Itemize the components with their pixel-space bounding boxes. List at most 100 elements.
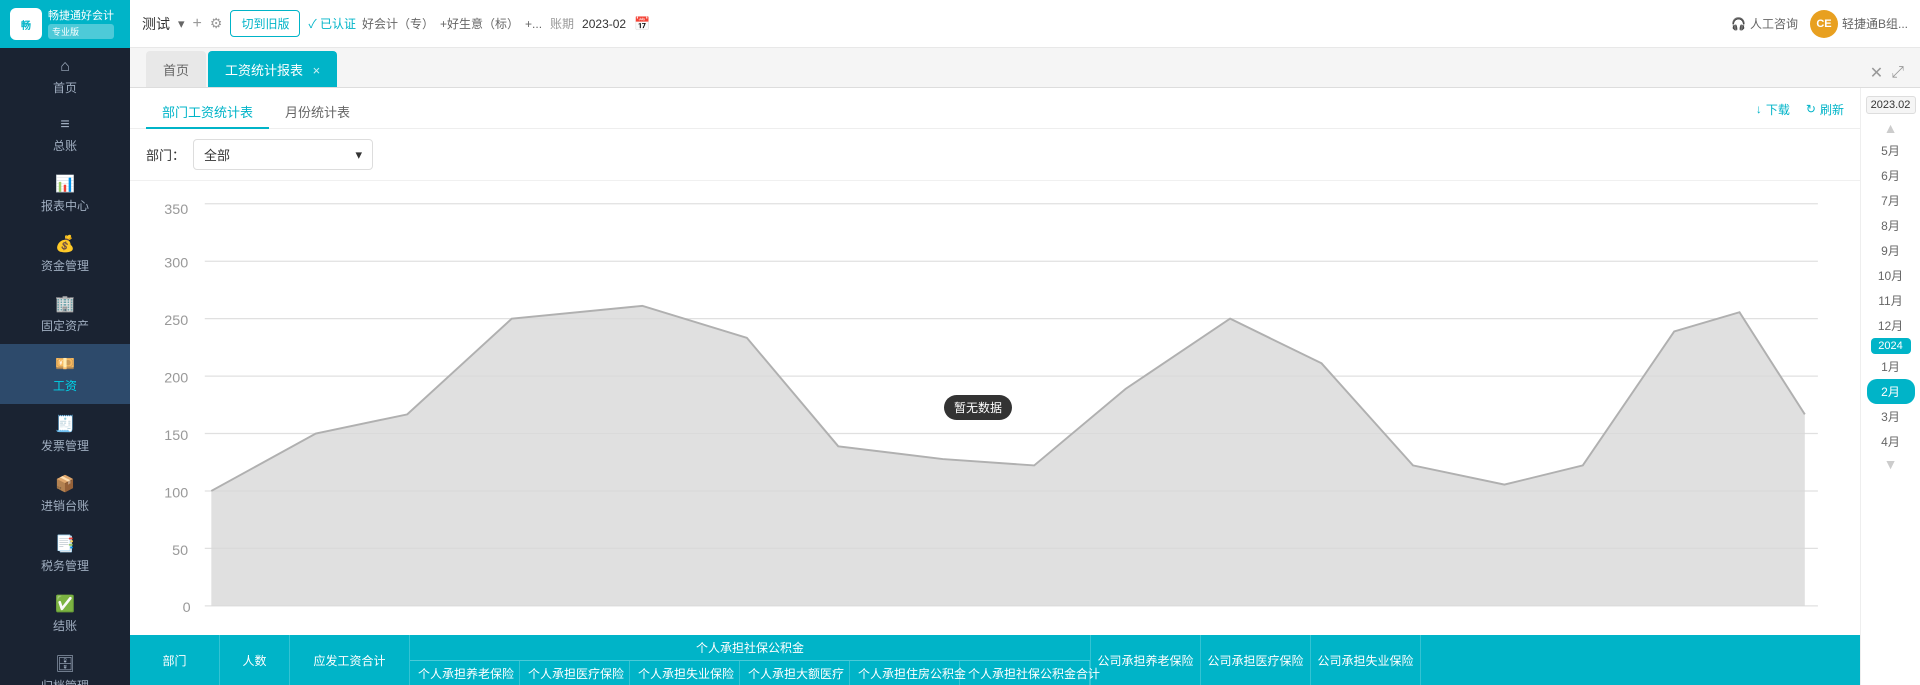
sales-icon: 📦 bbox=[55, 474, 75, 494]
sidebar-item-invoice[interactable]: 🧾 发票管理 bbox=[0, 404, 130, 464]
status-biz: +好生意（标） bbox=[440, 15, 519, 32]
logo-icon: 畅 bbox=[10, 8, 42, 40]
company-name: 测试 bbox=[142, 14, 170, 34]
panel-down-arrow[interactable]: ▼ bbox=[1882, 454, 1900, 474]
home-icon: ⌂ bbox=[60, 58, 70, 76]
year-tag-2024: 2024 bbox=[1871, 338, 1911, 354]
sidebar-label-archive: 归档管理 bbox=[41, 677, 89, 685]
sub-tab-monthly[interactable]: 月份统计表 bbox=[269, 96, 366, 129]
sidebar-item-sales[interactable]: 📦 进销台账 bbox=[0, 464, 130, 524]
th-group-label: 个人承担社保公积金 bbox=[410, 635, 1090, 661]
sidebar-label-salary: 工资 bbox=[53, 377, 77, 394]
tab-salary-report[interactable]: 工资统计报表 × bbox=[208, 51, 337, 87]
sidebar-item-tax[interactable]: 📑 税务管理 bbox=[0, 524, 130, 584]
company-dropdown-icon[interactable]: ▾ bbox=[178, 16, 185, 32]
sidebar-item-archive[interactable]: 🗄 归档管理 bbox=[0, 644, 130, 685]
headset-icon: 🎧 bbox=[1731, 17, 1746, 31]
sidebar-label-ledger: 总账 bbox=[53, 137, 77, 154]
funds-icon: 💰 bbox=[55, 234, 75, 254]
calendar-icon[interactable]: 📅 bbox=[634, 16, 650, 32]
logo-title: 畅捷通好会计 bbox=[48, 9, 114, 23]
panel-up-arrow[interactable]: ▲ bbox=[1882, 118, 1900, 138]
sidebar-label-funds: 资金管理 bbox=[41, 257, 89, 274]
table-header: 部门 人数 应发工资合计 个人承担社保公积金 个人承担养老保险 bbox=[130, 635, 1860, 685]
sidebar-item-reports[interactable]: 📊 报表中心 bbox=[0, 164, 130, 224]
svg-text:50: 50 bbox=[172, 543, 188, 559]
sidebar-label-settle: 结账 bbox=[53, 617, 77, 634]
chart-area: 0 50 100 150 200 250 300 350 bbox=[130, 181, 1860, 635]
user-avatar: CE bbox=[1810, 10, 1838, 38]
sidebar-item-home[interactable]: ⌂ 首页 bbox=[0, 48, 130, 106]
th-personal-medical: 个人承担医疗保险 bbox=[520, 661, 630, 685]
ai-consult-button[interactable]: 🎧 人工咨询 bbox=[1731, 15, 1798, 32]
right-panel: 2023.02 ▲ 5月 6月 7月 8月 9月 10月 11月 12月 202… bbox=[1860, 88, 1920, 685]
download-button[interactable]: ↓ 下载 bbox=[1756, 101, 1790, 118]
month-7[interactable]: 7月 bbox=[1867, 188, 1915, 213]
month-12[interactable]: 12月 bbox=[1867, 313, 1915, 338]
assets-icon: 🏢 bbox=[55, 294, 75, 314]
th-company-medical: 公司承担医疗保险 bbox=[1201, 635, 1311, 685]
sidebar-item-funds[interactable]: 💰 资金管理 bbox=[0, 224, 130, 284]
main-area: 测试 ▾ + ⚙ 切到旧版 ✓ 已认证 好会计（专） +好生意（标） +... … bbox=[130, 0, 1920, 685]
sidebar-item-ledger[interactable]: ≡ 总账 bbox=[0, 106, 130, 164]
user-menu[interactable]: CE 轻捷通B组... bbox=[1810, 10, 1908, 38]
panel-expand-icon[interactable]: ⤢ bbox=[1891, 64, 1904, 82]
month-11[interactable]: 11月 bbox=[1867, 288, 1915, 313]
sidebar-item-settle[interactable]: ✅ 结账 bbox=[0, 584, 130, 644]
sidebar-logo: 畅 畅捷通好会计 专业版 bbox=[0, 0, 130, 48]
svg-text:300: 300 bbox=[164, 256, 188, 272]
panel-close-icon[interactable]: ✕ bbox=[1870, 63, 1883, 83]
sidebar-label-home: 首页 bbox=[53, 79, 77, 96]
tabbar: 首页 工资统计报表 × ✕ ⤢ bbox=[130, 48, 1920, 88]
sidebar-item-salary[interactable]: 💴 工资 bbox=[0, 344, 130, 404]
reports-icon: 📊 bbox=[55, 174, 75, 194]
topbar-gear-icon[interactable]: ⚙ bbox=[210, 15, 223, 32]
refresh-button[interactable]: ↻ 刷新 bbox=[1806, 101, 1844, 118]
switch-old-version-button[interactable]: 切到旧版 bbox=[230, 10, 300, 37]
sub-tab-dept[interactable]: 部门工资统计表 bbox=[146, 96, 269, 129]
sidebar-label-tax: 税务管理 bbox=[41, 557, 89, 574]
chart-container: 0 50 100 150 200 250 300 350 bbox=[146, 191, 1844, 625]
topbar: 测试 ▾ + ⚙ 切到旧版 ✓ 已认证 好会计（专） +好生意（标） +... … bbox=[130, 0, 1920, 48]
month-4-2024[interactable]: 4月 bbox=[1867, 429, 1915, 454]
th-personal-large-medical: 个人承担大额医疗 bbox=[740, 661, 850, 685]
toolbar: 部门： 全部 ▾ bbox=[130, 129, 1860, 181]
sub-tabs: 部门工资统计表 月份统计表 ↓ 下载 ↻ 刷新 bbox=[130, 88, 1860, 129]
tax-icon: 📑 bbox=[55, 534, 75, 554]
topbar-add-icon[interactable]: + bbox=[193, 15, 202, 33]
svg-text:200: 200 bbox=[164, 371, 188, 387]
month-1-2024[interactable]: 1月 bbox=[1867, 354, 1915, 379]
chevron-down-icon: ▾ bbox=[355, 147, 362, 163]
sidebar-item-assets[interactable]: 🏢 固定资产 bbox=[0, 284, 130, 344]
month-2-2024[interactable]: 2月 bbox=[1867, 379, 1915, 404]
logo-badge: 专业版 bbox=[48, 24, 114, 39]
th-total-salary: 应发工资合计 bbox=[290, 635, 410, 685]
month-9[interactable]: 9月 bbox=[1867, 238, 1915, 263]
sidebar-label-reports: 报表中心 bbox=[41, 197, 89, 214]
th-personal-unemployment: 个人承担失业保险 bbox=[630, 661, 740, 685]
th-personal-housing: 个人承担住房公积金 bbox=[850, 661, 960, 685]
invoice-icon: 🧾 bbox=[55, 414, 75, 434]
topbar-status: ✓ 已认证 好会计（专） +好生意（标） +... bbox=[308, 15, 542, 32]
ledger-icon: ≡ bbox=[60, 116, 69, 134]
year-input[interactable]: 2023.02 bbox=[1866, 96, 1916, 114]
tab-home[interactable]: 首页 bbox=[146, 51, 206, 87]
svg-text:0: 0 bbox=[183, 600, 191, 616]
svg-text:350: 350 bbox=[164, 202, 188, 218]
sidebar-label-assets: 固定资产 bbox=[41, 317, 89, 334]
status-certified: ✓ 已认证 bbox=[308, 15, 356, 32]
month-5[interactable]: 5月 bbox=[1867, 138, 1915, 163]
month-10[interactable]: 10月 bbox=[1867, 263, 1915, 288]
svg-text:100: 100 bbox=[164, 485, 188, 501]
status-good: 好会计（专） bbox=[362, 15, 434, 32]
dept-select[interactable]: 全部 ▾ bbox=[193, 139, 373, 170]
svg-text:250: 250 bbox=[164, 313, 188, 329]
month-3-2024[interactable]: 3月 bbox=[1867, 404, 1915, 429]
content-main: 部门工资统计表 月份统计表 ↓ 下载 ↻ 刷新 bbox=[130, 88, 1860, 685]
toolbar-left: 部门： 全部 ▾ bbox=[146, 139, 373, 170]
th-count: 人数 bbox=[220, 635, 290, 685]
tab-close-icon[interactable]: × bbox=[313, 63, 321, 78]
archive-icon: 🗄 bbox=[55, 654, 75, 674]
month-6[interactable]: 6月 bbox=[1867, 163, 1915, 188]
month-8[interactable]: 8月 bbox=[1867, 213, 1915, 238]
